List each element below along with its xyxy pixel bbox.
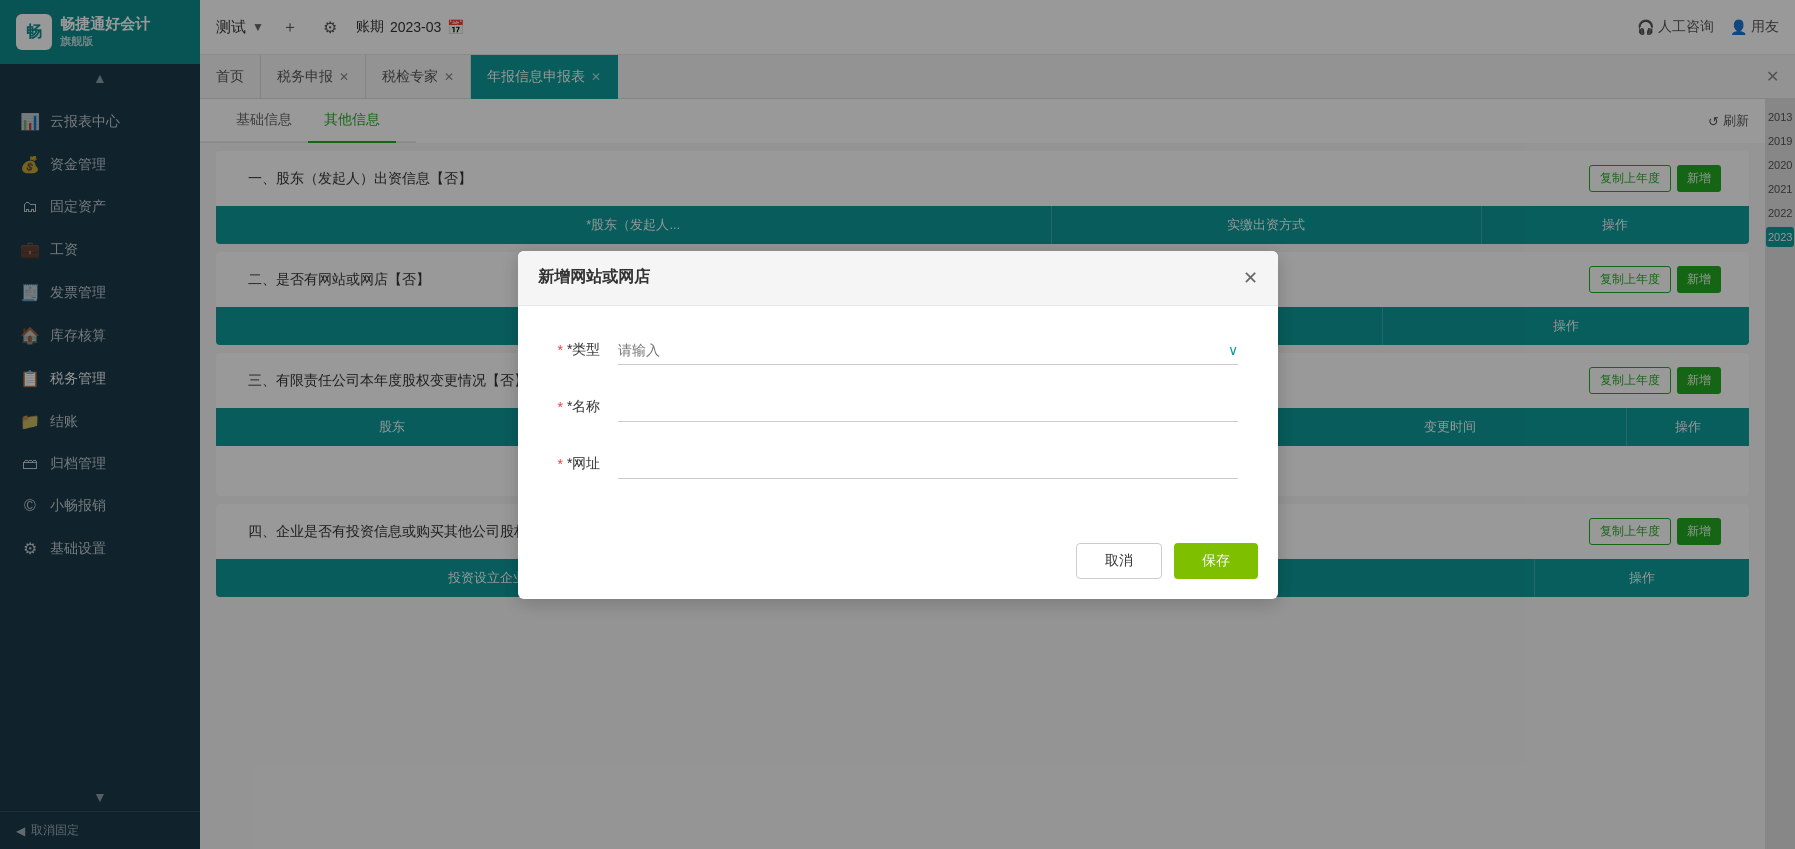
modal-close-button[interactable]: ✕	[1243, 267, 1258, 289]
form-label-url: * *网址	[558, 455, 618, 473]
form-label-type: * *类型	[558, 341, 618, 359]
modal-overlay[interactable]: 新增网站或网店 ✕ * *类型 ∨ * *名称	[0, 0, 1795, 849]
form-group-name: * *名称	[558, 393, 1238, 422]
form-group-url: * *网址	[558, 450, 1238, 479]
form-type-select[interactable]: ∨	[618, 336, 1238, 365]
form-group-type: * *类型 ∨	[558, 336, 1238, 365]
cancel-button[interactable]: 取消	[1076, 543, 1162, 579]
modal-title: 新增网站或网店	[538, 267, 650, 288]
save-button[interactable]: 保存	[1174, 543, 1258, 579]
url-input[interactable]	[618, 450, 1238, 479]
type-dropdown-icon[interactable]: ∨	[1228, 342, 1238, 358]
modal-header: 新增网站或网店 ✕	[518, 251, 1278, 306]
add-website-modal: 新增网站或网店 ✕ * *类型 ∨ * *名称	[518, 251, 1278, 599]
name-input[interactable]	[618, 393, 1238, 422]
form-label-name: * *名称	[558, 398, 618, 416]
type-input[interactable]	[618, 342, 1228, 358]
modal-footer: 取消 保存	[518, 527, 1278, 599]
modal-body: * *类型 ∨ * *名称 * *网址	[518, 306, 1278, 527]
